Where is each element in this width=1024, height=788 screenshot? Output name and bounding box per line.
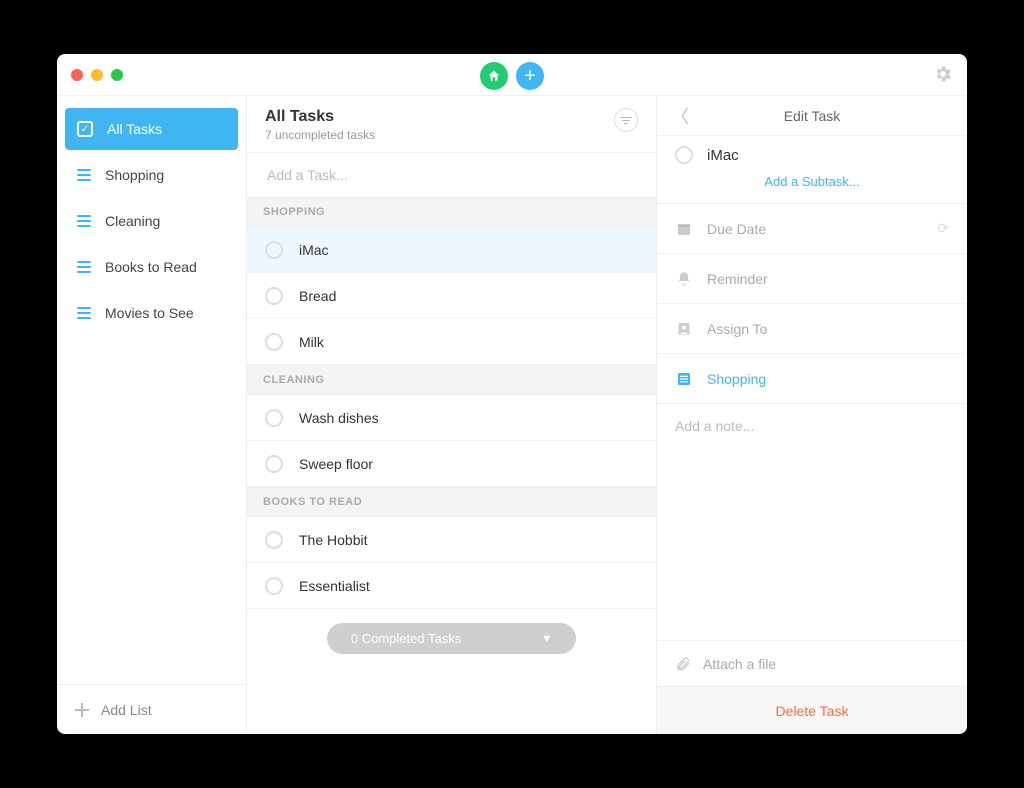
chevron-down-icon: ▼ (541, 633, 552, 645)
list-icon (77, 261, 91, 273)
section-header-books: BOOKS TO READ (247, 487, 656, 517)
task-row[interactable]: Wash dishes (247, 395, 656, 441)
content: ✓ All Tasks Shopping Cleaning Books to R… (57, 96, 967, 734)
task-row[interactable]: Sweep floor (247, 441, 656, 487)
titlebar: + (57, 54, 967, 96)
detail-header: 〈 Edit Task (657, 96, 967, 136)
maximize-window-button[interactable] (111, 69, 123, 81)
add-list-button[interactable]: Add List (57, 684, 246, 734)
task-list-title: All Tasks (265, 108, 375, 126)
delete-task-button[interactable]: Delete Task (657, 686, 967, 734)
list-icon (77, 169, 91, 181)
sidebar-list: ✓ All Tasks Shopping Cleaning Books to R… (57, 96, 246, 684)
minimize-window-button[interactable] (91, 69, 103, 81)
task-name: Sweep floor (299, 456, 373, 472)
task-name: Milk (299, 334, 324, 350)
task-checkbox[interactable] (265, 455, 283, 473)
check-all-icon: ✓ (77, 121, 93, 137)
assign-to-field[interactable]: Assign To (657, 303, 967, 353)
sidebar-item-label: Movies to See (105, 305, 194, 321)
detail-title: Edit Task (784, 108, 841, 124)
note-placeholder: Add a note... (675, 418, 754, 434)
paperclip-icon (675, 656, 691, 672)
repeat-icon: ⟳ (937, 220, 949, 237)
add-subtask-button[interactable]: Add a Subtask... (657, 170, 967, 203)
task-row[interactable]: Bread (247, 273, 656, 319)
filter-icon (620, 116, 632, 125)
sidebar-item-label: Shopping (105, 167, 164, 183)
task-name: The Hobbit (299, 532, 367, 548)
sidebar-item-label: Books to Read (105, 259, 197, 275)
task-list-header: All Tasks 7 uncompleted tasks (247, 96, 656, 153)
home-button[interactable] (480, 62, 508, 90)
task-checkbox[interactable] (265, 333, 283, 351)
close-window-button[interactable] (71, 69, 83, 81)
due-date-field[interactable]: Due Date ⟳ (657, 203, 967, 253)
window-controls (71, 69, 123, 81)
person-icon (675, 321, 693, 337)
chevron-left-icon: 〈 (671, 107, 689, 127)
completed-tasks-toggle[interactable]: 0 Completed Tasks ▼ (327, 623, 576, 654)
task-checkbox[interactable] (675, 146, 693, 164)
settings-button[interactable] (933, 64, 953, 84)
task-checkbox[interactable] (265, 287, 283, 305)
sidebar-item-books-to-read[interactable]: Books to Read (65, 246, 238, 288)
list-icon (77, 215, 91, 227)
task-checkbox[interactable] (265, 409, 283, 427)
completed-tasks-label: 0 Completed Tasks (351, 631, 461, 646)
gear-icon (933, 64, 953, 84)
sidebar-item-shopping[interactable]: Shopping (65, 154, 238, 196)
sidebar-item-label: Cleaning (105, 213, 160, 229)
task-list-subtitle: 7 uncompleted tasks (265, 128, 375, 142)
task-checkbox[interactable] (265, 241, 283, 259)
task-row[interactable]: iMac (247, 227, 656, 273)
section-header-cleaning: CLEANING (247, 365, 656, 395)
section-header-shopping: SHOPPING (247, 197, 656, 227)
detail-task-name: iMac (707, 147, 739, 164)
home-icon (487, 69, 501, 83)
reminder-field[interactable]: Reminder (657, 253, 967, 303)
task-name: Essentialist (299, 578, 370, 594)
app-window: + ✓ All Tasks Shopping Cleaning (57, 54, 967, 734)
bell-icon (675, 271, 693, 287)
titlebar-center: + (480, 62, 544, 90)
filter-button[interactable] (614, 108, 638, 132)
task-checkbox[interactable] (265, 531, 283, 549)
task-row[interactable]: Milk (247, 319, 656, 365)
list-icon (675, 371, 693, 387)
list-field[interactable]: Shopping (657, 353, 967, 403)
add-task-input[interactable]: Add a Task... (247, 153, 656, 197)
add-button[interactable]: + (516, 62, 544, 90)
back-button[interactable]: 〈 (671, 103, 689, 129)
task-row[interactable]: Essentialist (247, 563, 656, 609)
attach-file-button[interactable]: Attach a file (657, 640, 967, 686)
sidebar-item-label: All Tasks (107, 121, 162, 137)
calendar-icon (675, 221, 693, 237)
add-list-label: Add List (101, 702, 152, 718)
detail-task: iMac (657, 136, 967, 170)
plus-icon: + (524, 66, 536, 86)
sidebar-item-movies-to-see[interactable]: Movies to See (65, 292, 238, 334)
task-name: Bread (299, 288, 336, 304)
task-name: Wash dishes (299, 410, 379, 426)
note-input[interactable]: Add a note... (657, 403, 967, 640)
plus-icon (75, 703, 89, 717)
list-icon (77, 307, 91, 319)
task-checkbox[interactable] (265, 577, 283, 595)
sidebar-item-all-tasks[interactable]: ✓ All Tasks (65, 108, 238, 150)
add-task-placeholder: Add a Task... (267, 167, 348, 183)
task-list-panel: All Tasks 7 uncompleted tasks Add a Task… (247, 96, 657, 734)
sidebar-item-cleaning[interactable]: Cleaning (65, 200, 238, 242)
task-detail-panel: 〈 Edit Task iMac Add a Subtask... Due Da… (657, 96, 967, 734)
task-name: iMac (299, 242, 329, 258)
sidebar: ✓ All Tasks Shopping Cleaning Books to R… (57, 96, 247, 734)
task-row[interactable]: The Hobbit (247, 517, 656, 563)
